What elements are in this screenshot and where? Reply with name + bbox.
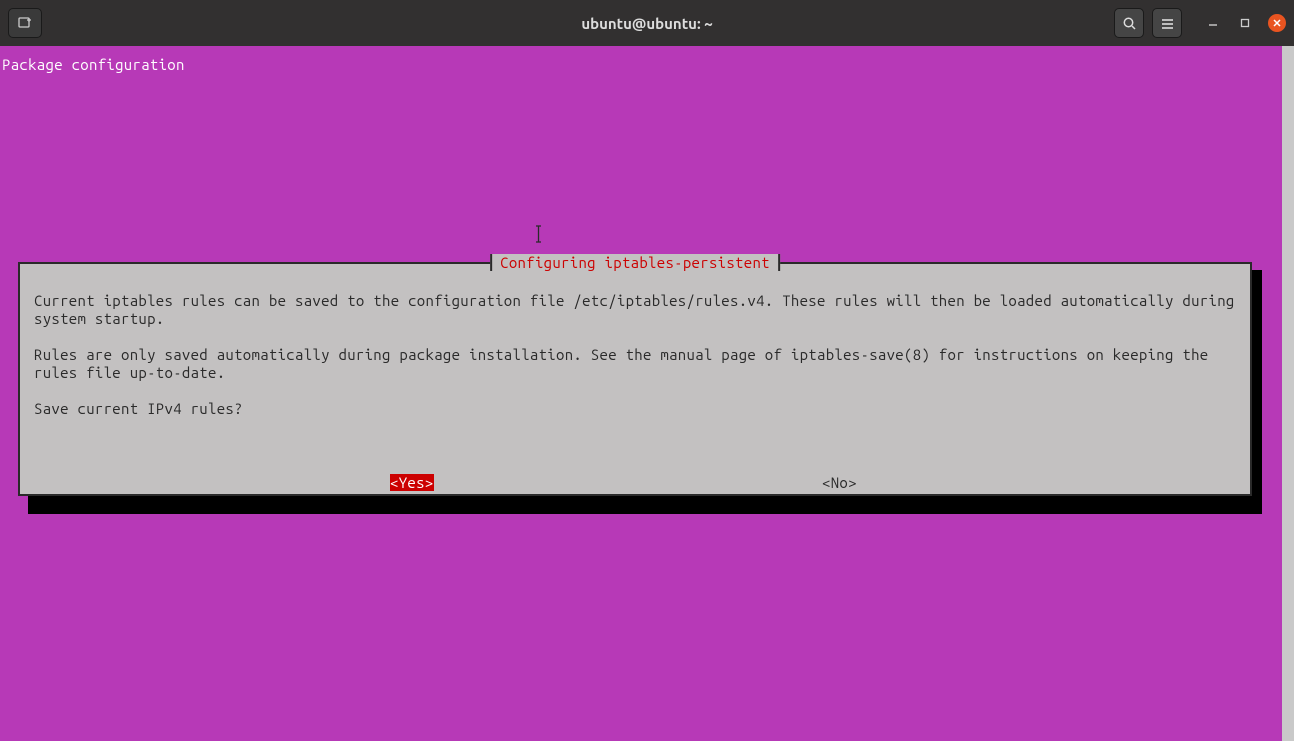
new-tab-icon (17, 15, 33, 31)
toolbar-right (1114, 8, 1286, 38)
menu-button[interactable] (1152, 8, 1182, 38)
package-config-header: Package configuration (0, 52, 187, 77)
close-icon (1272, 18, 1282, 28)
window-titlebar: ubuntu@ubuntu: ~ (0, 0, 1294, 46)
config-dialog: Configuring iptables-persistent Current … (18, 262, 1252, 496)
new-tab-button[interactable] (8, 8, 42, 38)
dialog-paragraph-1: Current iptables rules can be saved to t… (34, 292, 1236, 328)
window-controls (1204, 14, 1286, 32)
search-button[interactable] (1114, 8, 1144, 38)
hamburger-icon (1160, 16, 1175, 31)
search-icon (1122, 16, 1137, 31)
dialog-title: Configuring iptables-persistent (490, 254, 780, 271)
terminal-area[interactable]: Package configuration Configuring iptabl… (0, 46, 1294, 741)
close-button[interactable] (1268, 14, 1286, 32)
text-cursor (534, 225, 543, 243)
dialog-paragraph-2: Rules are only saved automatically durin… (34, 346, 1236, 382)
window-title: ubuntu@ubuntu: ~ (581, 15, 712, 32)
minimize-button[interactable] (1204, 14, 1222, 32)
maximize-button[interactable] (1236, 14, 1254, 32)
dialog-body: Current iptables rules can be saved to t… (20, 264, 1250, 418)
yes-button[interactable]: <Yes> (390, 474, 434, 491)
no-button[interactable]: <No> (822, 474, 857, 491)
maximize-icon (1240, 18, 1250, 28)
minimize-icon (1208, 18, 1218, 28)
dialog-question: Save current IPv4 rules? (34, 400, 1236, 418)
terminal-scrollbar[interactable] (1282, 46, 1294, 741)
